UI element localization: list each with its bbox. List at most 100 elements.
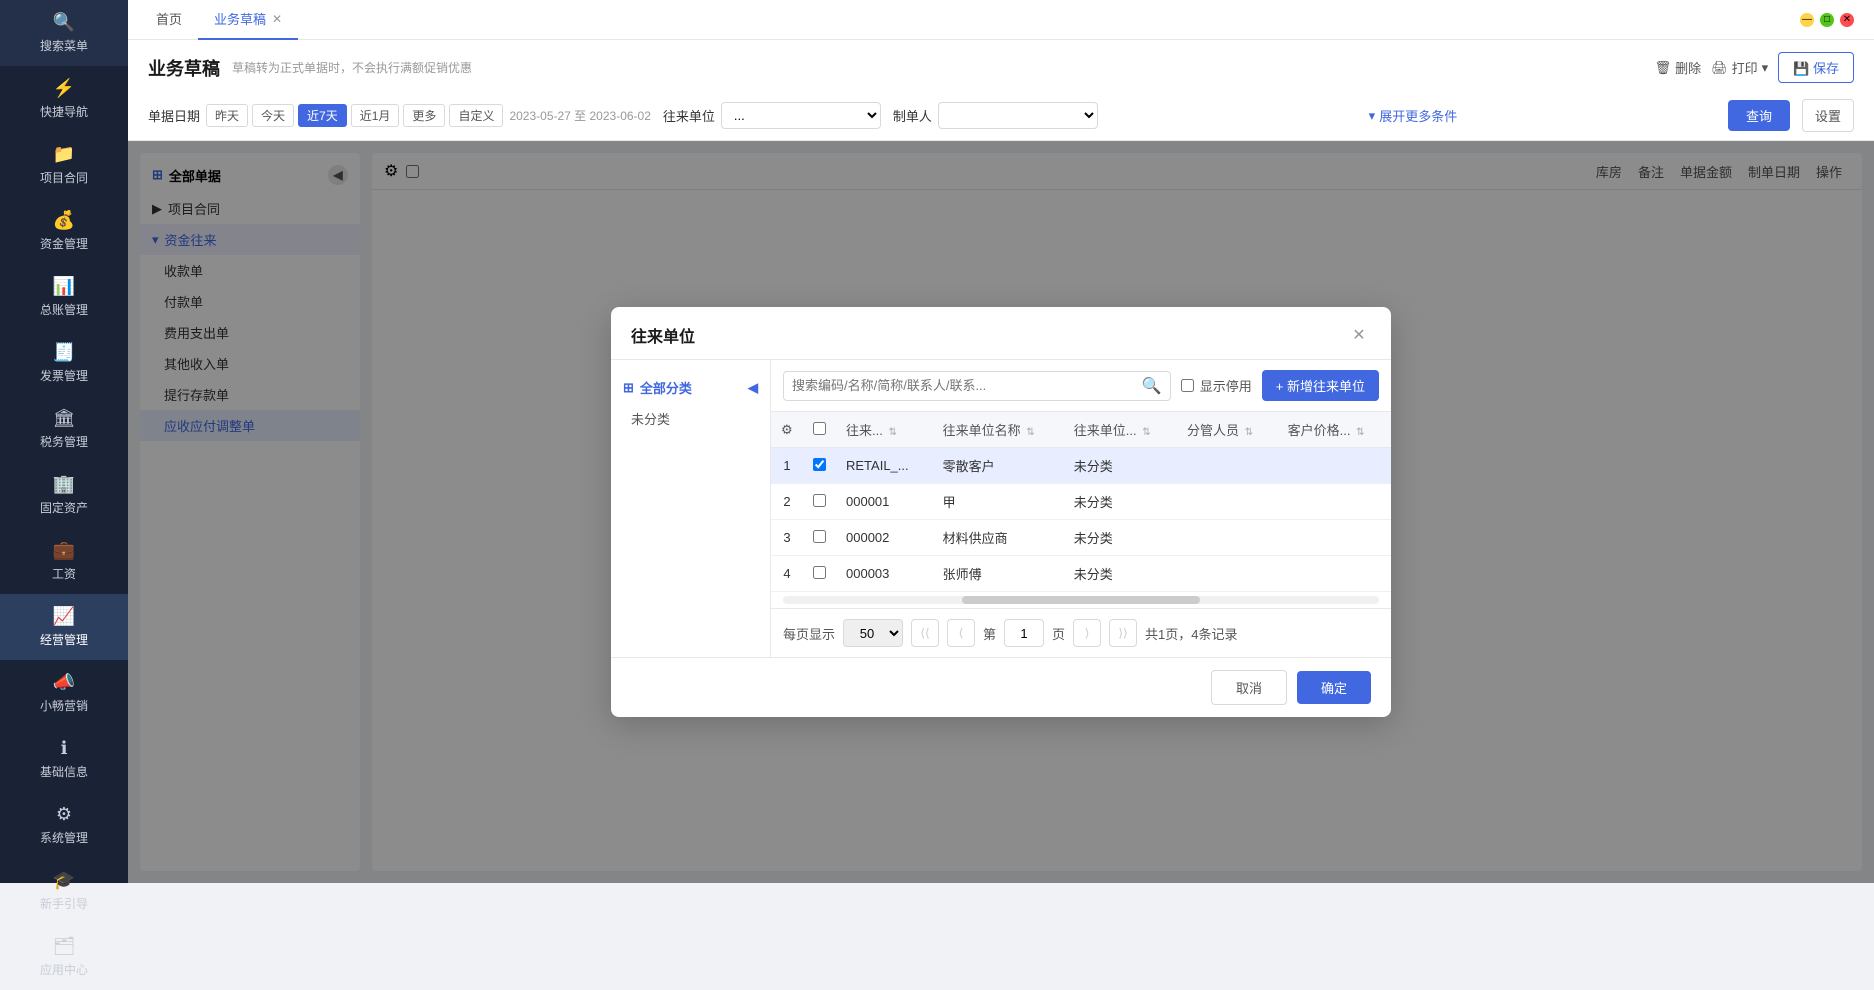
confirm-button[interactable]: 确定 — [1297, 671, 1371, 704]
row-checkbox-2[interactable] — [813, 494, 826, 507]
sidebar-item-invoice[interactable]: 🧾 发票管理 — [0, 330, 128, 396]
row-name-2: 甲 — [933, 484, 1064, 520]
row-category-3: 未分类 — [1064, 520, 1177, 556]
search-input[interactable] — [792, 378, 1136, 393]
modal-close-button[interactable]: ✕ — [1347, 323, 1371, 347]
table-row[interactable]: 4 000003 张师傅 未分类 — [771, 556, 1391, 592]
filter-bar: 单据日期 昨天 今天 近7天 近1月 更多 自定义 2023-05-27 至 2… — [148, 91, 1854, 140]
print-button[interactable]: 🖨 打印 ▾ — [1711, 58, 1768, 77]
col-category: 往来单位... ⇅ — [1064, 412, 1177, 448]
row-category-4: 未分类 — [1064, 556, 1177, 592]
sidebar-item-sys-mgmt[interactable]: ⚙ 系统管理 — [0, 792, 128, 858]
unit-select[interactable]: ... — [721, 102, 881, 129]
date-btn-7days[interactable]: 近7天 — [298, 104, 347, 127]
row-checkbox-3[interactable] — [813, 530, 826, 543]
horizontal-scrollbar[interactable] — [783, 596, 1379, 604]
print-dropdown-icon: ▾ — [1762, 60, 1769, 76]
date-btn-more[interactable]: 更多 — [403, 104, 445, 127]
sidebar-item-ops[interactable]: 📈 经营管理 — [0, 594, 128, 660]
row-price-1 — [1278, 448, 1391, 484]
col-settings-icon[interactable]: ⚙ — [781, 422, 793, 437]
salary-icon: 💼 — [53, 540, 75, 561]
invoice-icon: 🧾 — [53, 342, 75, 363]
row-category-2: 未分类 — [1064, 484, 1177, 520]
row-checkbox-4[interactable] — [813, 566, 826, 579]
show-disabled-checkbox[interactable] — [1181, 379, 1194, 392]
add-unit-button[interactable]: + 新增往来单位 — [1262, 370, 1379, 401]
collapse-left-icon[interactable]: ◀ — [748, 380, 758, 396]
sys-mgmt-icon: ⚙ — [56, 804, 72, 825]
sidebar-item-quick-nav[interactable]: ⚡ 快捷导航 — [0, 66, 128, 132]
page-input[interactable] — [1004, 619, 1044, 647]
query-button[interactable]: 查询 — [1728, 100, 1790, 131]
creator-filter: 制单人 — [893, 102, 1098, 129]
last-page-button[interactable]: ⟩⟩ — [1109, 619, 1137, 647]
show-disabled-wrap: 显示停用 — [1181, 376, 1252, 395]
modal-title: 往来单位 — [631, 323, 695, 347]
tab-home[interactable]: 首页 — [140, 0, 198, 40]
row-num-3: 3 — [771, 520, 803, 556]
date-label: 单据日期 — [148, 106, 200, 125]
table-row[interactable]: 1 RETAIL_... 零散客户 未分类 — [771, 448, 1391, 484]
prev-page-button[interactable]: ⟨ — [947, 619, 975, 647]
modal-category-uncategorized[interactable]: 未分类 — [611, 403, 770, 434]
sort-sales-icon[interactable]: ⇅ — [1245, 427, 1253, 438]
sort-cat-icon[interactable]: ⇅ — [1142, 427, 1150, 438]
creator-select[interactable] — [938, 102, 1098, 129]
save-button[interactable]: 💾 保存 — [1778, 52, 1854, 83]
tab-close-icon[interactable]: ✕ — [272, 12, 282, 26]
minimize-button[interactable]: — — [1800, 13, 1814, 27]
sidebar-item-accounting[interactable]: 📊 总账管理 — [0, 264, 128, 330]
sidebar-item-fixed-assets[interactable]: 🏢 固定资产 — [0, 462, 128, 528]
row-check-1 — [803, 448, 836, 484]
modal-body: ⊞ 全部分类 ◀ 未分类 — [611, 360, 1391, 657]
table-row[interactable]: 2 000001 甲 未分类 — [771, 484, 1391, 520]
maximize-button[interactable]: □ — [1820, 13, 1834, 27]
row-code-3: 000002 — [836, 520, 933, 556]
settings-button[interactable]: 设置 — [1802, 99, 1854, 132]
row-price-2 — [1278, 484, 1391, 520]
table-row[interactable]: 3 000002 材料供应商 未分类 — [771, 520, 1391, 556]
sidebar-item-marketing[interactable]: 📣 小畅营销 — [0, 660, 128, 726]
date-btn-yesterday[interactable]: 昨天 — [206, 104, 248, 127]
col-price-level: 客户价格... ⇅ — [1278, 412, 1391, 448]
date-btn-custom[interactable]: 自定义 — [449, 104, 503, 127]
modal-toolbar: 🔍 显示停用 + 新增往来单位 — [771, 360, 1391, 412]
cancel-button[interactable]: 取消 — [1211, 670, 1287, 705]
sidebar-item-app-center[interactable]: 🗂 应用中心 — [0, 924, 128, 990]
first-page-button[interactable]: ⟨⟨ — [911, 619, 939, 647]
date-btn-1month[interactable]: 近1月 — [351, 104, 400, 127]
row-name-1: 零散客户 — [933, 448, 1064, 484]
per-page-select[interactable]: 50 100 — [843, 619, 903, 647]
date-filter: 单据日期 昨天 今天 近7天 近1月 更多 自定义 2023-05-27 至 2… — [148, 104, 651, 127]
sort-name-icon[interactable]: ⇅ — [1026, 427, 1034, 438]
row-price-4 — [1278, 556, 1391, 592]
table-select-all[interactable] — [813, 422, 826, 435]
row-check-2 — [803, 484, 836, 520]
modal-table: ⚙ 往来... ⇅ 往来单位名称 ⇅ — [771, 412, 1391, 592]
tab-draft[interactable]: 业务草稿 ✕ — [198, 0, 298, 40]
close-window-button[interactable]: ✕ — [1840, 13, 1854, 27]
sidebar-item-capital[interactable]: 💰 资金管理 — [0, 198, 128, 264]
sidebar-item-basic-info[interactable]: ℹ 基础信息 — [0, 726, 128, 792]
sidebar: 🔍 搜索菜单 ⚡ 快捷导航 📁 项目合同 💰 资金管理 📊 总账管理 🧾 发票管… — [0, 0, 128, 883]
delete-button[interactable]: 🗑 删除 — [1655, 58, 1702, 77]
sidebar-item-tax[interactable]: 🏛 税务管理 — [0, 396, 128, 462]
col-salesperson: 分管人员 ⇅ — [1177, 412, 1278, 448]
sort-code-icon[interactable]: ⇅ — [888, 427, 896, 438]
next-page-button[interactable]: ⟩ — [1073, 619, 1101, 647]
col-code: 往来... ⇅ — [836, 412, 933, 448]
sidebar-item-project[interactable]: 📁 项目合同 — [0, 132, 128, 198]
expand-icon: ▾ — [1369, 108, 1376, 124]
col-name: 往来单位名称 ⇅ — [933, 412, 1064, 448]
sidebar-item-salary[interactable]: 💼 工资 — [0, 528, 128, 594]
tax-icon: 🏛 — [53, 408, 76, 429]
modal-category-all[interactable]: ⊞ 全部分类 ◀ — [611, 372, 770, 403]
sidebar-item-search[interactable]: 🔍 搜索菜单 — [0, 0, 128, 66]
date-btn-today[interactable]: 今天 — [252, 104, 294, 127]
expand-more-btn[interactable]: ▾ 展开更多条件 — [1369, 106, 1458, 125]
row-checkbox-1[interactable] — [813, 458, 826, 471]
search-wrap: 🔍 — [783, 371, 1171, 401]
sort-price-icon[interactable]: ⇅ — [1356, 427, 1364, 438]
sidebar-item-guide[interactable]: 🎓 新手引导 — [0, 858, 128, 924]
